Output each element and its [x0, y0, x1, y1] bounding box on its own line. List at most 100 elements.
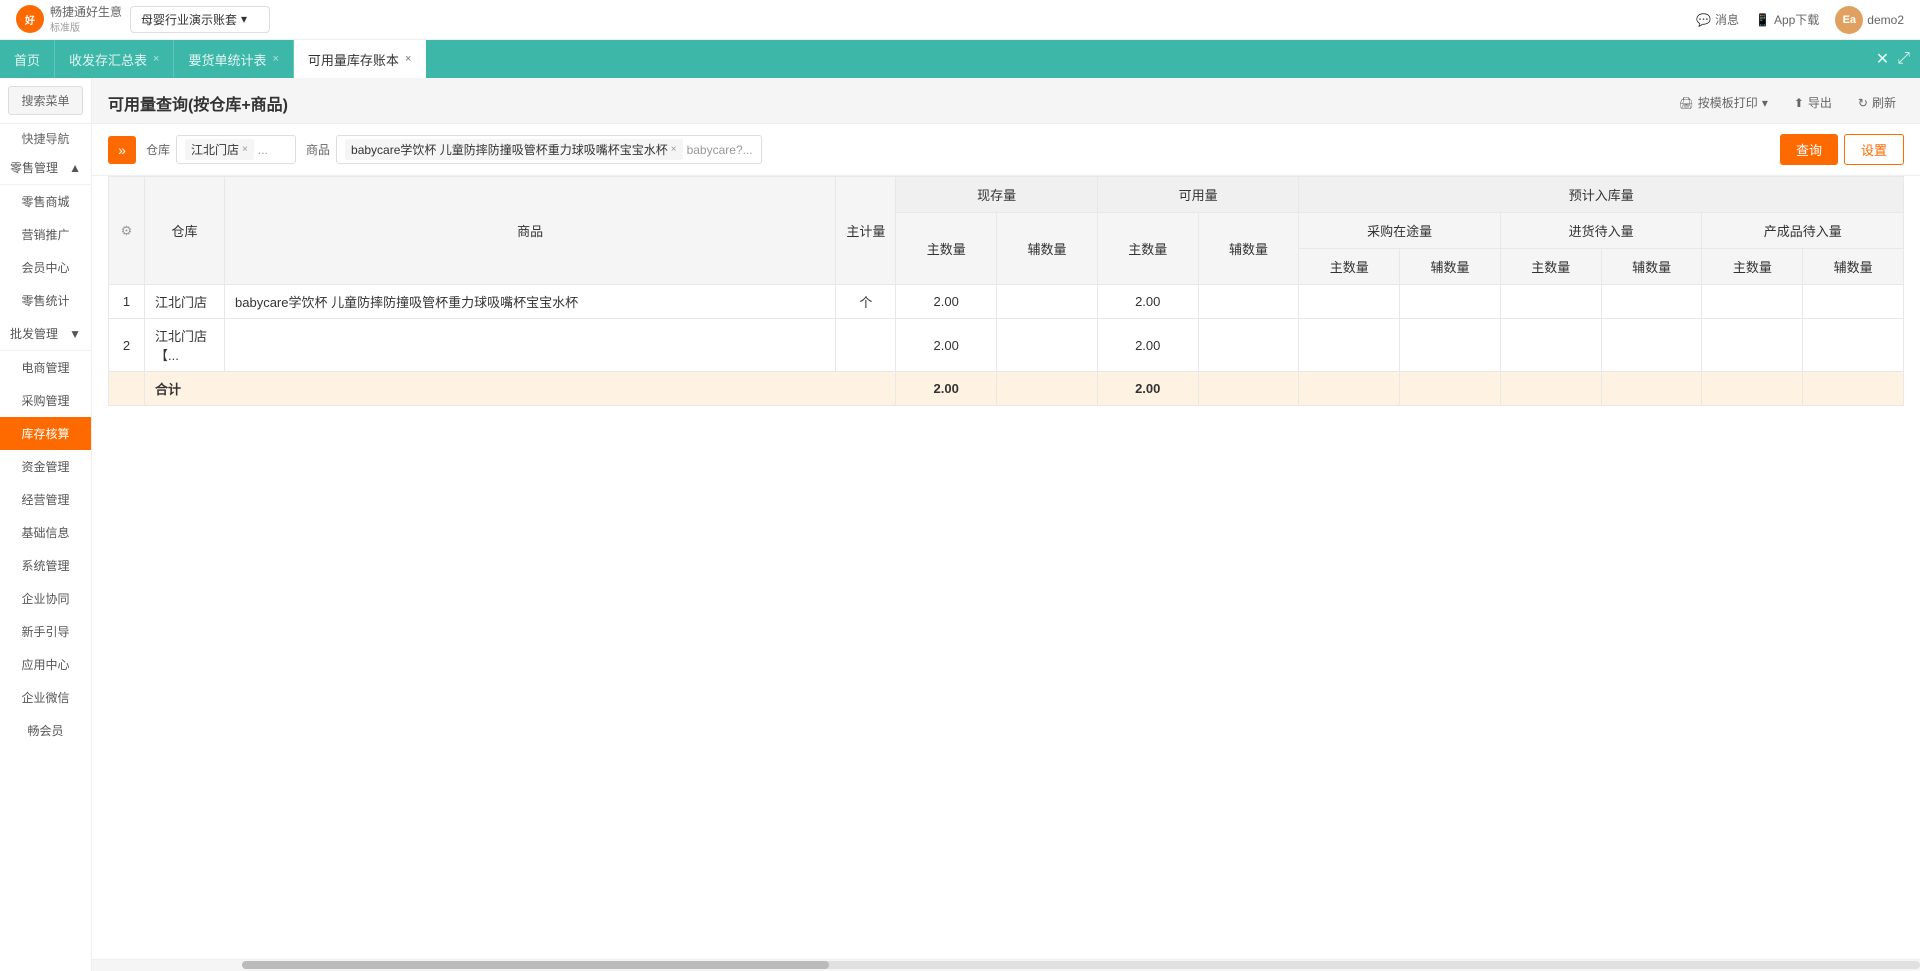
product-tags-input[interactable]: babycare学饮杯 儿童防摔防撞吸管杯重力球吸嘴杯宝宝水杯 × babyca…: [336, 135, 762, 164]
sidebar-item-wecom[interactable]: 企业微信: [0, 681, 91, 714]
sidebar: 搜索菜单 快捷导航 零售管理 ▲ 零售商城 营销推广 会员中心 零售统计 批发管…: [0, 78, 92, 971]
table-row: 2 江北门店【... 2.00 2.00: [109, 319, 1904, 372]
top-bar-right: 💬 消息 📱 App下载 Ea demo2: [1696, 6, 1904, 34]
finance-label: 资金管理: [21, 458, 69, 475]
warehouse-tag-close[interactable]: ×: [242, 144, 248, 155]
th-product: 商品: [225, 177, 836, 285]
warehouse-filter-group: 仓库 江北门店 × ...: [146, 135, 296, 164]
cell-purchase-aux: [1400, 285, 1501, 319]
message-btn[interactable]: 💬 消息: [1696, 11, 1739, 28]
th-settings: ⚙: [109, 177, 145, 285]
tab-receivable-summary[interactable]: 收发存汇总表 ×: [55, 40, 174, 78]
scrollbar-thumb[interactable]: [242, 961, 829, 969]
cell-available-aux: [1198, 285, 1299, 319]
cell-index: 2: [109, 319, 145, 372]
export-btn[interactable]: ⬆ 导出: [1786, 90, 1840, 115]
setting-btn[interactable]: 设置: [1844, 134, 1904, 165]
tab-order-label: 要货单统计表: [188, 50, 266, 69]
summary-label: 合计: [145, 372, 896, 406]
sidebar-item-member2[interactable]: 畅会员: [0, 714, 91, 747]
cell-stock-main: 2.00: [896, 285, 997, 319]
summary-inbound-aux: [1601, 372, 1702, 406]
summary-purchase-main: [1299, 372, 1400, 406]
content-area: 可用量查询(按仓库+商品) 🖨 按模板打印 ▾ ⬆ 导出 ↻ 刷新 »: [92, 78, 1920, 971]
zero-sales-label: 零售管理: [10, 159, 58, 176]
th-available-aux: 辅数量: [1198, 213, 1299, 285]
printer-icon: 🖨: [1679, 96, 1694, 110]
template-print-label: 按模板打印: [1698, 94, 1758, 111]
tab-available-label: 可用量库存账本: [308, 50, 399, 69]
cell-purchase-aux: [1400, 319, 1501, 372]
sidebar-item-zero-mall[interactable]: 零售商城: [0, 185, 91, 218]
wholesale-arrow-icon: ▼: [69, 327, 81, 341]
th-stock-group: 现存量: [896, 177, 1098, 213]
template-print-btn[interactable]: 🖨 按模板打印 ▾: [1671, 90, 1776, 115]
sidebar-item-finance[interactable]: 资金管理: [0, 450, 91, 483]
search-menu-btn[interactable]: 搜索菜单: [8, 86, 83, 115]
sidebar-item-basic-info[interactable]: 基础信息: [0, 516, 91, 549]
warehouse-more[interactable]: ...: [258, 143, 268, 157]
cell-available-aux: [1198, 319, 1299, 372]
product-tag[interactable]: babycare学饮杯 儿童防摔防撞吸管杯重力球吸嘴杯宝宝水杯 ×: [345, 139, 683, 160]
user-name: demo2: [1867, 13, 1904, 27]
product-more[interactable]: babycare?...: [687, 143, 753, 157]
sidebar-item-member[interactable]: 会员中心: [0, 251, 91, 284]
product-tag-close[interactable]: ×: [671, 144, 677, 155]
th-purchase-main: 主数量: [1299, 249, 1400, 285]
tab-order-stats[interactable]: 要货单统计表 ×: [174, 40, 293, 78]
chevron-down-icon: ▾: [241, 12, 247, 26]
zero-mall-label: 零售商城: [21, 193, 69, 210]
th-main-unit: 主计量: [836, 177, 896, 285]
filter-area: » 仓库 江北门店 × ... 商品 babycare学饮杯 儿童防摔防撞吸管杯…: [92, 124, 1920, 176]
sidebar-item-inventory[interactable]: 库存核算: [0, 417, 91, 450]
expand-icon[interactable]: ⤢: [1897, 50, 1910, 68]
marketing-label: 营销推广: [21, 226, 69, 243]
basic-info-label: 基础信息: [21, 524, 69, 541]
settings-icon[interactable]: ⚙: [121, 223, 133, 238]
sidebar-item-zero-sales[interactable]: 零售管理 ▲: [0, 151, 91, 184]
logo-text-block: 畅捷通好生意 标准版: [50, 5, 122, 34]
inventory-label: 库存核算: [21, 425, 69, 442]
refresh-btn[interactable]: ↻ 刷新: [1850, 90, 1904, 115]
sidebar-item-purchase[interactable]: 采购管理: [0, 384, 91, 417]
operations-label: 经营管理: [21, 491, 69, 508]
sidebar-item-app-center[interactable]: 应用中心: [0, 648, 91, 681]
warehouse-tag[interactable]: 江北门店 ×: [185, 139, 254, 160]
tab-order-close[interactable]: ×: [272, 53, 278, 65]
page-header: 可用量查询(按仓库+商品) 🖨 按模板打印 ▾ ⬆ 导出 ↻ 刷新: [92, 78, 1920, 124]
user-area[interactable]: Ea demo2: [1835, 6, 1904, 34]
app-download-btn[interactable]: 📱 App下载: [1755, 11, 1819, 28]
tab-home[interactable]: 首页: [0, 40, 55, 78]
sidebar-item-operations[interactable]: 经营管理: [0, 483, 91, 516]
sidebar-item-wholesale[interactable]: 批发管理 ▼: [0, 317, 91, 350]
query-btn[interactable]: 查询: [1780, 134, 1838, 165]
store-selector[interactable]: 母婴行业演示账套 ▾: [130, 6, 270, 33]
summary-purchase-aux: [1400, 372, 1501, 406]
summary-row: 合计 2.00 2.00: [109, 372, 1904, 406]
tab-receivable-close[interactable]: ×: [153, 53, 159, 65]
sidebar-item-marketing[interactable]: 营销推广: [0, 218, 91, 251]
warehouse-filter-label: 仓库: [146, 141, 170, 158]
tab-available-close[interactable]: ×: [405, 53, 411, 65]
sidebar-item-ecommerce[interactable]: 电商管理: [0, 351, 91, 384]
close-all-icon[interactable]: ✕: [1876, 49, 1889, 69]
sidebar-nav-label[interactable]: 快捷导航: [0, 124, 91, 151]
cell-inbound-aux: [1601, 285, 1702, 319]
scrollbar-track[interactable]: [242, 961, 1920, 969]
th-stock-aux: 辅数量: [997, 213, 1098, 285]
filter-toggle-btn[interactable]: »: [108, 136, 136, 164]
sidebar-item-enterprise[interactable]: 企业协同: [0, 582, 91, 615]
cell-stock-aux: [997, 319, 1098, 372]
download-icon: 📱: [1755, 13, 1770, 27]
th-purchase-aux: 辅数量: [1400, 249, 1501, 285]
newbie-label: 新手引导: [21, 623, 69, 640]
tab-available-inventory[interactable]: 可用量库存账本 ×: [294, 40, 426, 78]
th-purchase-group: 采购在途量: [1299, 213, 1501, 249]
cell-product: babycare学饮杯 儿童防摔防撞吸管杯重力球吸嘴杯宝宝水杯: [225, 285, 836, 319]
cell-production-aux: [1803, 319, 1904, 372]
refresh-icon: ↻: [1858, 96, 1868, 110]
sidebar-item-newbie[interactable]: 新手引导: [0, 615, 91, 648]
warehouse-tags-input[interactable]: 江北门店 × ...: [176, 135, 296, 164]
sidebar-item-retail-stats[interactable]: 零售统计: [0, 284, 91, 317]
sidebar-item-system[interactable]: 系统管理: [0, 549, 91, 582]
